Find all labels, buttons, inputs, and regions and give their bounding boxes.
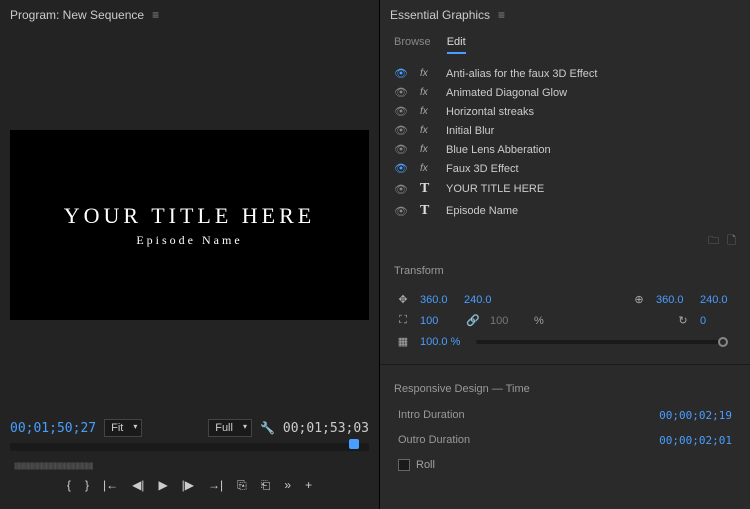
pos-x-value[interactable]: 360.0 [420,294,456,306]
fx-layer-icon: fx [420,68,436,79]
visibility-icon[interactable]: 👁 [394,86,410,99]
visibility-icon[interactable]: 👁 [394,67,410,80]
step-back-icon[interactable]: ◀| [132,478,144,493]
anchor-icon: ⊕ [630,293,648,306]
eg-title: Essential Graphics [390,8,490,22]
tick-marks: ||||||||||||||||||||||||||||||||||||||||… [10,463,369,470]
visibility-icon[interactable]: 👁 [394,105,410,118]
mark-out-icon[interactable]: } [85,478,89,493]
layer-row[interactable]: 👁 T YOUR TITLE HERE [380,178,750,200]
program-title: Program: New Sequence [10,8,144,22]
layer-row[interactable]: 👁 fx Anti-alias for the faux 3D Effect [380,64,750,83]
program-monitor-panel: Program: New Sequence ≡ YOUR TITLE HERE … [0,0,380,509]
visibility-icon[interactable]: 👁 [394,143,410,156]
layer-row[interactable]: 👁 fx Initial Blur [380,121,750,140]
outro-value[interactable]: 00;00;02;01 [659,434,732,447]
layer-name-label: Episode Name [446,205,518,217]
panel-menu-icon[interactable]: ≡ [152,8,159,22]
total-timecode: 00;01;53;03 [283,421,369,436]
current-timecode[interactable]: 00;01;50;27 [10,421,96,436]
anchor-y-value[interactable]: 240.0 [700,294,736,306]
outro-label: Outro Duration [398,434,470,447]
slider-handle-icon[interactable] [718,337,728,347]
text-layer-icon: T [420,203,436,219]
rotation-value[interactable]: 0 [700,315,736,327]
visibility-icon[interactable]: 👁 [394,162,410,175]
layer-name-label: Blue Lens Abberation [446,144,551,156]
visibility-icon[interactable]: 👁 [394,124,410,137]
layer-row[interactable]: 👁 fx Animated Diagonal Glow [380,83,750,102]
layer-row[interactable]: 👁 fx Blue Lens Abberation [380,140,750,159]
opacity-icon: ▦ [394,335,412,348]
resolution-dropdown[interactable]: Full [208,419,252,437]
go-to-out-icon[interactable]: →| [208,478,223,493]
layer-name-label: Anti-alias for the faux 3D Effect [446,68,597,80]
opacity-slider[interactable] [476,340,728,344]
fx-layer-icon: fx [420,106,436,117]
layer-list: 👁 fx Anti-alias for the faux 3D Effect 👁 fx A… [380,60,750,226]
text-layer-icon: T [420,181,436,197]
fx-layer-icon: fx [420,125,436,136]
play-icon[interactable]: ▶ [158,478,167,493]
transport-controls: 00;01;50;27 Fit Full 🔧 00;01;53;03 |||||… [0,411,379,509]
link-icon[interactable]: 🔗 [464,314,482,327]
eg-header: Essential Graphics ≡ [380,0,750,30]
fx-layer-icon: fx [420,163,436,174]
program-header: Program: New Sequence ≡ [0,0,379,30]
step-forward-icon[interactable]: |▶ [182,478,194,493]
scale-icon: ⛶ [394,314,412,327]
intro-value[interactable]: 00;00;02;19 [659,409,732,422]
fx-layer-icon: fx [420,144,436,155]
new-layer-icon[interactable]: 🗋 [727,232,736,251]
visibility-icon[interactable]: 👁 [394,205,410,218]
roll-checkbox[interactable] [398,459,410,471]
layer-row[interactable]: 👁 fx Faux 3D Effect [380,159,750,178]
playhead-icon[interactable] [349,439,359,449]
preview-title-text: YOUR TITLE HERE [64,203,315,229]
rotation-icon: ↻ [674,314,692,327]
pos-y-value[interactable]: 240.0 [464,294,500,306]
anchor-x-value[interactable]: 360.0 [656,294,692,306]
position-icon: ✥ [394,293,412,306]
export-frame-icon[interactable]: » [284,478,291,493]
tab-edit[interactable]: Edit [447,36,466,54]
button-editor-icon[interactable]: + [305,478,312,493]
layer-name-label: YOUR TITLE HERE [446,183,544,195]
new-folder-icon[interactable]: 🗀 [708,232,719,251]
timeline-scrubber[interactable] [10,443,369,459]
layer-name-label: Initial Blur [446,125,494,137]
roll-label: Roll [416,459,435,471]
visibility-icon[interactable]: 👁 [394,183,410,196]
opacity-value[interactable]: 100.0 % [420,336,460,348]
responsive-header: Responsive Design — Time [394,375,736,403]
layer-name-label: Faux 3D Effect [446,163,519,175]
go-to-in-icon[interactable]: |← [103,478,118,493]
preview-episode-text: Episode Name [136,233,242,248]
scale-h-value: 100 [490,315,526,327]
fx-layer-icon: fx [420,87,436,98]
preview-viewport[interactable]: YOUR TITLE HERE Episode Name [10,130,369,320]
eg-menu-icon[interactable]: ≡ [498,8,505,22]
percent-label: % [534,315,544,327]
tab-browse[interactable]: Browse [394,36,431,54]
zoom-dropdown[interactable]: Fit [104,419,142,437]
layer-row[interactable]: 👁 T Episode Name [380,200,750,222]
settings-icon[interactable]: 🔧 [260,421,275,435]
mark-in-icon[interactable]: { [67,478,71,493]
lift-icon[interactable]: ⎘ [237,478,247,493]
intro-label: Intro Duration [398,409,465,422]
layer-row[interactable]: 👁 fx Horizontal streaks [380,102,750,121]
scale-w-value[interactable]: 100 [420,315,456,327]
essential-graphics-panel: Essential Graphics ≡ Browse Edit 👁 fx Anti… [380,0,750,509]
layer-name-label: Horizontal streaks [446,106,534,118]
transform-header: Transform [380,257,750,285]
extract-icon[interactable]: ⎗ [261,478,271,493]
layer-name-label: Animated Diagonal Glow [446,87,567,99]
